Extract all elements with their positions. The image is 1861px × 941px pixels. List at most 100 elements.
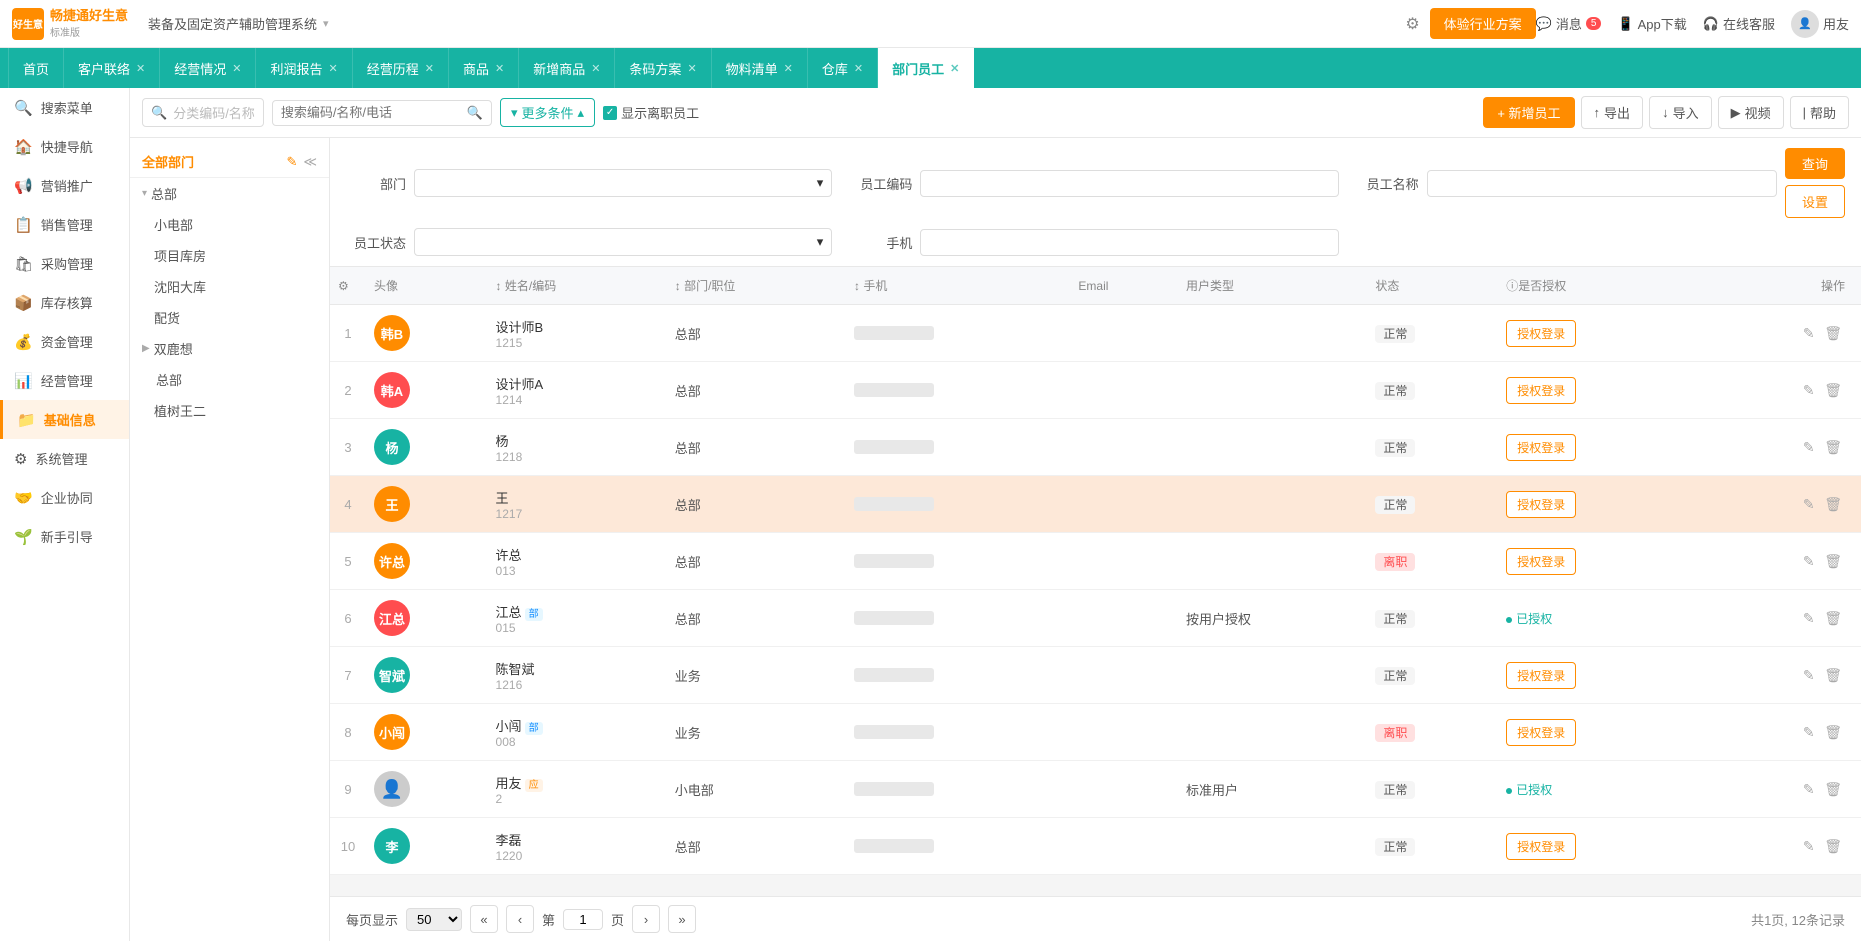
tree-item-zongbu-group[interactable]: ▾ 总部 bbox=[130, 178, 329, 209]
set-adv-button[interactable]: 设置 bbox=[1785, 185, 1845, 218]
sidebar-item-sales[interactable]: 📋 销售管理 bbox=[0, 205, 129, 244]
nav-close-barcode[interactable]: ✕ bbox=[687, 62, 696, 75]
sidebar-item-system[interactable]: ⚙ 系统管理 bbox=[0, 439, 129, 478]
tree-item-peihuo[interactable]: 配货 bbox=[130, 302, 329, 333]
delete-icon[interactable]: 🗑 bbox=[1824, 553, 1842, 569]
edit-icon[interactable]: ✎ bbox=[1803, 838, 1815, 854]
tree-item-shuangluxiang[interactable]: ▶ 双鹿想 bbox=[130, 333, 329, 364]
nav-item-employees[interactable]: 部门员工 ✕ bbox=[878, 48, 974, 88]
last-page-btn[interactable]: » bbox=[668, 905, 696, 933]
next-page-btn[interactable]: › bbox=[632, 905, 660, 933]
sidebar-item-purchase[interactable]: 🛍 采购管理 bbox=[0, 244, 129, 283]
auth-button[interactable]: 授权登录 bbox=[1506, 662, 1576, 689]
app-download-item[interactable]: 📱 App下载 bbox=[1617, 14, 1686, 33]
edit-icon[interactable]: ✎ bbox=[1803, 781, 1815, 797]
edit-icon[interactable]: ✎ bbox=[1803, 724, 1815, 740]
nav-close-goods[interactable]: ✕ bbox=[495, 62, 504, 75]
tree-item-xiao-dian[interactable]: 小电部 bbox=[130, 209, 329, 240]
employee-search-input[interactable] bbox=[281, 105, 461, 120]
nav-close-employees[interactable]: ✕ bbox=[950, 62, 959, 75]
auth-button[interactable]: 授权登录 bbox=[1506, 320, 1576, 347]
delete-icon[interactable]: 🗑 bbox=[1824, 325, 1842, 341]
nav-item-customer[interactable]: 客户联络 ✕ bbox=[64, 48, 160, 88]
trial-button[interactable]: 体验行业方案 bbox=[1430, 8, 1536, 39]
gear-icon[interactable]: ⚙ bbox=[1405, 14, 1419, 34]
tree-item-shenyang[interactable]: 沈阳大库 bbox=[130, 271, 329, 302]
nav-item-barcode[interactable]: 条码方案 ✕ bbox=[615, 48, 711, 88]
edit-icon[interactable]: ✎ bbox=[1803, 496, 1815, 512]
nav-close-material[interactable]: ✕ bbox=[784, 62, 793, 75]
auth-button[interactable]: 授权登录 bbox=[1506, 719, 1576, 746]
nav-close-new-goods[interactable]: ✕ bbox=[591, 62, 600, 75]
sidebar-item-finance[interactable]: 💰 资金管理 bbox=[0, 322, 129, 361]
auth-button[interactable]: 授权登录 bbox=[1506, 548, 1576, 575]
sys-title-arrow[interactable]: ▾ bbox=[323, 17, 329, 30]
nav-close-operation[interactable]: ✕ bbox=[232, 62, 241, 75]
delete-icon[interactable]: 🗑 bbox=[1824, 781, 1842, 797]
sidebar-item-manage[interactable]: 📊 经营管理 bbox=[0, 361, 129, 400]
edit-icon[interactable]: ✎ bbox=[1803, 667, 1815, 683]
sidebar-item-search[interactable]: 🔍 搜索菜单 bbox=[0, 88, 129, 127]
nav-item-history[interactable]: 经营历程 ✕ bbox=[353, 48, 449, 88]
empname-filter-input[interactable] bbox=[1427, 170, 1777, 197]
tree-item-project-store[interactable]: 项目库房 bbox=[130, 240, 329, 271]
first-page-btn[interactable]: « bbox=[470, 905, 498, 933]
tree-item-zongbu2[interactable]: 总部 bbox=[130, 364, 329, 395]
nav-close-customer[interactable]: ✕ bbox=[136, 62, 145, 75]
nav-item-goods[interactable]: 商品 ✕ bbox=[449, 48, 519, 88]
nav-item-operation[interactable]: 经营情况 ✕ bbox=[160, 48, 256, 88]
sidebar-item-quicknav[interactable]: 🏠 快捷导航 bbox=[0, 127, 129, 166]
edit-icon[interactable]: ✎ bbox=[1803, 610, 1815, 626]
col-dept[interactable]: ↕ 部门/职位 bbox=[667, 267, 846, 305]
help-button[interactable]: | 帮助 bbox=[1790, 96, 1849, 129]
per-page-select[interactable]: 50 20 100 bbox=[406, 908, 462, 931]
nav-item-profit[interactable]: 利润报告 ✕ bbox=[256, 48, 352, 88]
col-name[interactable]: ↕ 姓名/编码 bbox=[488, 267, 667, 305]
col-settings[interactable]: ⚙ bbox=[330, 267, 366, 305]
phone-filter-input[interactable] bbox=[920, 229, 1338, 256]
delete-icon[interactable]: 🗑 bbox=[1824, 667, 1842, 683]
nav-close-profit[interactable]: ✕ bbox=[329, 62, 338, 75]
tree-item-zhishu-wang[interactable]: 植树王二 bbox=[130, 395, 329, 426]
message-item[interactable]: 💬 消息 5 bbox=[1536, 14, 1602, 33]
more-conditions-btn[interactable]: ▾ 更多条件 ▴ bbox=[500, 98, 595, 127]
edit-icon[interactable]: ✎ bbox=[1803, 439, 1815, 455]
dept-edit-icon[interactable]: ✎ bbox=[286, 154, 297, 170]
nav-item-new-goods[interactable]: 新增商品 ✕ bbox=[519, 48, 615, 88]
dept-filter-select[interactable]: ▾ bbox=[414, 169, 832, 197]
view-button[interactable]: ▶ 视频 bbox=[1718, 96, 1784, 129]
col-phone[interactable]: ↕ 手机 bbox=[846, 267, 1070, 305]
auth-button[interactable]: 授权登录 bbox=[1506, 833, 1576, 860]
auth-button[interactable]: 授权登录 bbox=[1506, 434, 1576, 461]
nav-item-home[interactable]: 首页 bbox=[8, 48, 64, 88]
settings-icon[interactable]: ⚙ bbox=[338, 279, 349, 293]
delete-icon[interactable]: 🗑 bbox=[1824, 496, 1842, 512]
page-input[interactable] bbox=[563, 909, 603, 930]
auth-button[interactable]: 授权登录 bbox=[1506, 377, 1576, 404]
prev-page-btn[interactable]: ‹ bbox=[506, 905, 534, 933]
edit-icon[interactable]: ✎ bbox=[1803, 325, 1815, 341]
employee-search-bar[interactable]: 🔍 bbox=[272, 100, 492, 126]
edit-icon[interactable]: ✎ bbox=[1803, 553, 1815, 569]
delete-icon[interactable]: 🗑 bbox=[1824, 382, 1842, 398]
search-adv-button[interactable]: 查询 bbox=[1785, 148, 1845, 179]
delete-icon[interactable]: 🗑 bbox=[1824, 724, 1842, 740]
user-item[interactable]: 👤 用友 bbox=[1791, 10, 1849, 38]
sidebar-item-collab[interactable]: 🤝 企业协同 bbox=[0, 478, 129, 517]
delete-icon[interactable]: 🗑 bbox=[1824, 610, 1842, 626]
nav-close-warehouse[interactable]: ✕ bbox=[854, 62, 863, 75]
sidebar-item-marketing[interactable]: 📢 营销推广 bbox=[0, 166, 129, 205]
online-service-item[interactable]: 🎧 在线客服 bbox=[1703, 14, 1775, 33]
nav-item-material[interactable]: 物料清单 ✕ bbox=[712, 48, 808, 88]
import-button[interactable]: ↓ 导入 bbox=[1649, 96, 1712, 129]
sidebar-item-guide[interactable]: 🌱 新手引导 bbox=[0, 517, 129, 556]
add-employee-button[interactable]: + 新增员工 bbox=[1483, 97, 1574, 128]
dept-search-input[interactable]: 🔍 分类编码/名称 bbox=[142, 98, 264, 127]
sidebar-item-basic[interactable]: 📁 基础信息 bbox=[0, 400, 129, 439]
empcode-filter-input[interactable] bbox=[920, 170, 1338, 197]
edit-icon[interactable]: ✎ bbox=[1803, 382, 1815, 398]
dept-collapse-icon[interactable]: ≪ bbox=[303, 154, 317, 170]
show-resigned-toggle[interactable]: ✓ 显示离职员工 bbox=[603, 103, 699, 122]
export-button[interactable]: ↑ 导出 bbox=[1581, 96, 1644, 129]
delete-icon[interactable]: 🗑 bbox=[1824, 439, 1842, 455]
